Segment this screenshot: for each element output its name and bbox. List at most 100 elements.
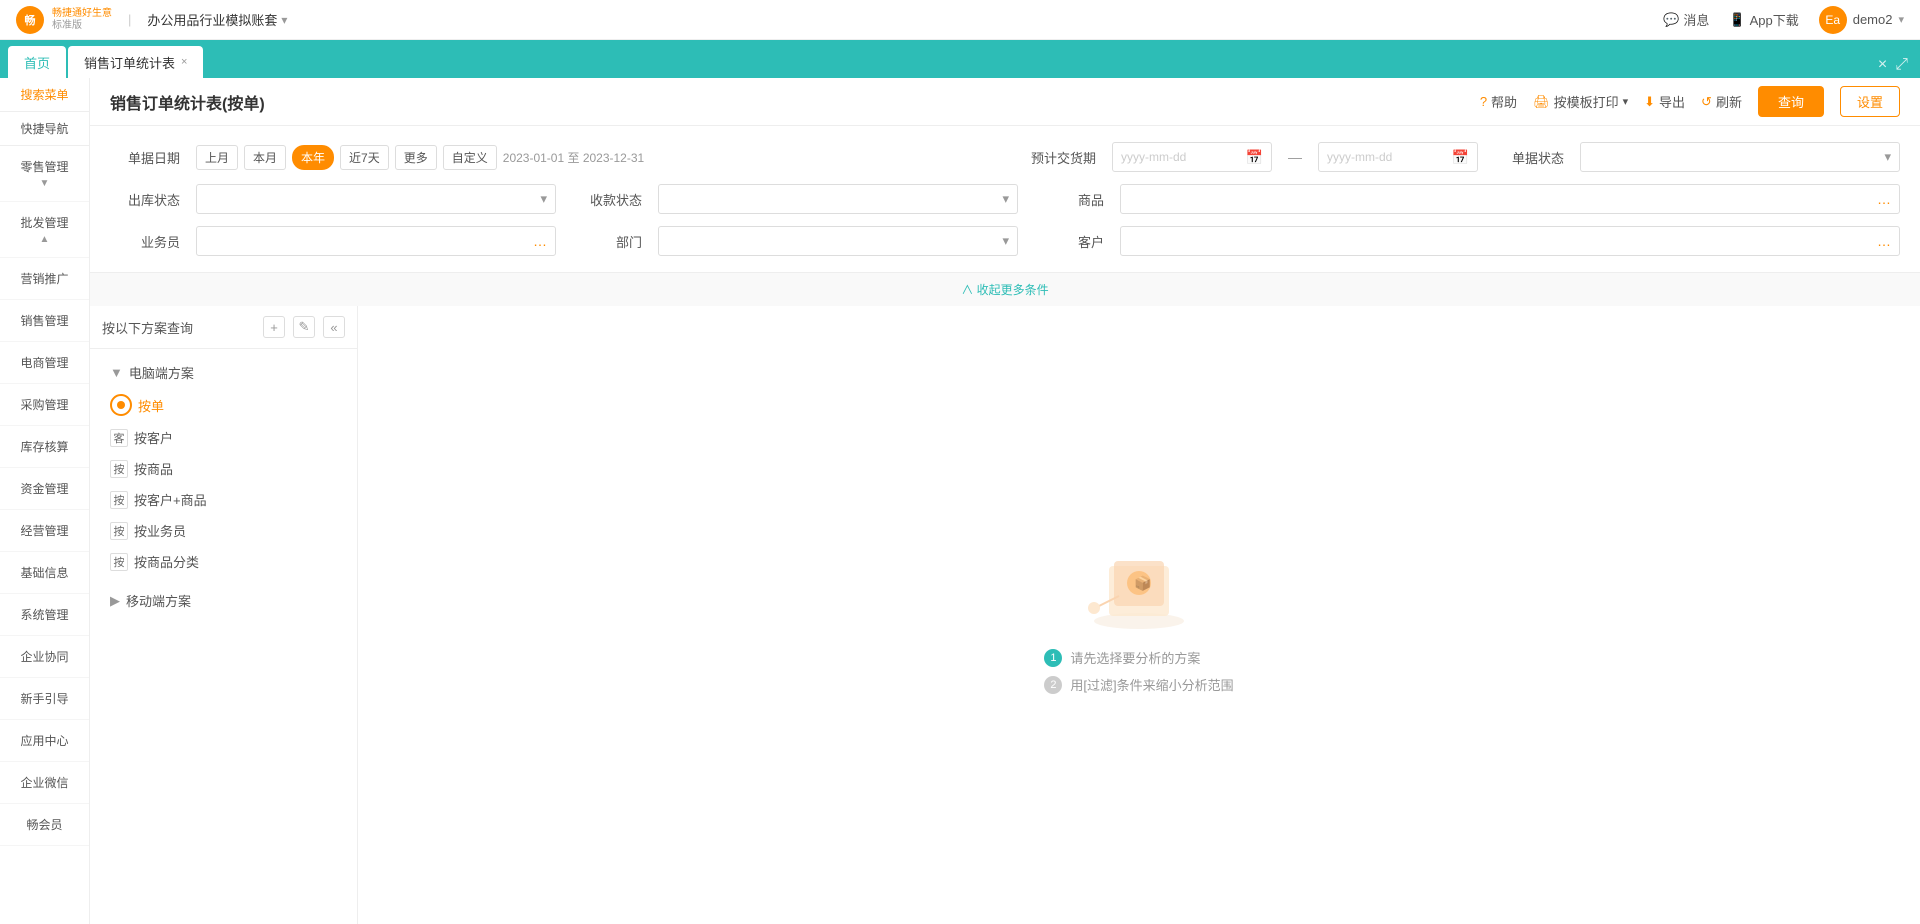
edit-scheme-btn[interactable]: ✎ — [293, 316, 315, 338]
sidebar-item-wholesale[interactable]: 批发管理 ▲ — [0, 202, 89, 258]
top-bar: 畅 畅捷通好生意 标准版 | 办公用品行业模拟账套 ▾ 💬 消息 📱 App下载… — [0, 0, 1920, 40]
main-layout: 搜索菜单 快捷导航 零售管理 ▼ 批发管理 ▲ 营销推广 销售管理 电商管理 采… — [0, 78, 1920, 924]
sidebar-item-retail[interactable]: 零售管理 ▼ — [0, 146, 89, 202]
tip-num-2: 2 — [1044, 676, 1062, 694]
goods-label: 商品 — [1034, 190, 1104, 209]
customer-more-icon: … — [1877, 233, 1891, 249]
date-btn-this-month[interactable]: 本月 — [244, 145, 286, 170]
date-btn-more[interactable]: 更多 — [395, 145, 437, 170]
app-download-btn[interactable]: 📱 App下载 — [1729, 10, 1798, 29]
app-title: 办公用品行业模拟账套 ▾ — [147, 10, 287, 29]
sidebar-item-wechat[interactable]: 企业微信 — [0, 762, 89, 804]
left-scheme-panel: 按以下方案查询 + ✎ « ▼ 电脑端方案 — [90, 306, 358, 924]
sidebar-item-member[interactable]: 畅会员 — [0, 804, 89, 846]
page-header: 销售订单统计表(按单) ? 帮助 🖨 按模板打印 ▾ ⬇ 导出 ↺ 刷新 — [90, 78, 1920, 126]
settings-button[interactable]: 设置 — [1840, 86, 1900, 117]
sidebar-item-sales[interactable]: 销售管理 — [0, 300, 89, 342]
group-arrow-icon: ▼ — [110, 365, 123, 380]
goods-input[interactable]: … — [1120, 184, 1900, 214]
calendar-icon-from: 📅 — [1246, 149, 1263, 166]
print-dropdown-icon: ▾ — [1623, 95, 1629, 108]
scheme-icon-goods: 按 — [110, 460, 128, 478]
scheme-group-desktop[interactable]: ▼ 电脑端方案 — [102, 357, 345, 388]
logo-subtitle: 畅捷通好生意 — [52, 8, 112, 20]
active-scheme-icon — [110, 394, 132, 416]
collapse-panel-btn[interactable]: « — [323, 316, 345, 338]
dropdown-icon[interactable]: ▾ — [281, 13, 287, 27]
date-btn-last7[interactable]: 近7天 — [340, 145, 389, 170]
shipment-select[interactable]: ▾ — [196, 184, 556, 214]
sidebar-item-enterprise[interactable]: 企业协同 — [0, 636, 89, 678]
scheme-item-by-customer[interactable]: 客 按客户 — [102, 422, 345, 453]
salesperson-more-icon: … — [533, 233, 547, 249]
expected-date-from[interactable]: yyyy-mm-dd 📅 — [1112, 142, 1272, 172]
left-panel-header: 按以下方案查询 + ✎ « — [90, 306, 357, 349]
user-menu[interactable]: Ea demo2 ▾ — [1819, 6, 1904, 34]
scheme-item-by-goods[interactable]: 按 按商品 — [102, 453, 345, 484]
status-label: 单据状态 — [1494, 148, 1564, 167]
filter-row-2: 出库状态 ▾ 收款状态 ▾ 商品 … — [110, 184, 1900, 214]
date-btn-last-month[interactable]: 上月 — [196, 145, 238, 170]
filter-row-1: 单据日期 上月 本月 本年 近7天 更多 自定义 2023-01-01 至 20… — [110, 142, 1900, 172]
top-bar-right: 💬 消息 📱 App下载 Ea demo2 ▾ — [1663, 6, 1904, 34]
query-button[interactable]: 查询 — [1758, 86, 1824, 117]
date-btn-custom[interactable]: 自定义 — [443, 145, 497, 170]
tab-sales-statistics[interactable]: 销售订单统计表 × — [68, 46, 203, 78]
customer-input[interactable]: … — [1120, 226, 1900, 256]
sidebar-item-apps[interactable]: 应用中心 — [0, 720, 89, 762]
scheme-item-by-customer-goods[interactable]: 按 按客户+商品 — [102, 484, 345, 515]
minimize-btn[interactable]: × — [1878, 56, 1887, 74]
date-btn-this-year[interactable]: 本年 — [292, 145, 334, 170]
download-icon: 📱 — [1729, 12, 1745, 28]
sidebar-item-ecommerce[interactable]: 电商管理 — [0, 342, 89, 384]
sidebar-item-basic[interactable]: 基础信息 — [0, 552, 89, 594]
salesperson-input[interactable]: … — [196, 226, 556, 256]
template-print-btn[interactable]: 🖨 按模板打印 ▾ — [1533, 92, 1628, 111]
scheme-icon-customer: 客 — [110, 429, 128, 447]
help-btn[interactable]: ? 帮助 — [1480, 92, 1517, 111]
sidebar-item-system[interactable]: 系统管理 — [0, 594, 89, 636]
sidebar-item-purchase[interactable]: 采购管理 — [0, 384, 89, 426]
tab-home[interactable]: 首页 — [8, 46, 66, 78]
department-dropdown-icon: ▾ — [1002, 233, 1009, 249]
department-label: 部门 — [572, 232, 642, 251]
logo-icon: 畅 — [16, 6, 44, 34]
message-btn[interactable]: 💬 消息 — [1663, 10, 1709, 29]
refresh-icon: ↺ — [1701, 94, 1712, 110]
collapse-icon: ∧ — [961, 283, 973, 297]
export-btn[interactable]: ⬇ 导出 — [1644, 92, 1685, 111]
sidebar-item-inventory[interactable]: 库存核算 — [0, 426, 89, 468]
sidebar-item-newbie[interactable]: 新手引导 — [0, 678, 89, 720]
status-select[interactable]: ▾ — [1580, 142, 1900, 172]
nav-quick[interactable]: 快捷导航 — [0, 112, 89, 146]
wholesale-arrow-icon: ▲ — [40, 234, 50, 245]
split-layout: 按以下方案查询 + ✎ « ▼ 电脑端方案 — [90, 306, 1920, 924]
content-area: 销售订单统计表(按单) ? 帮助 🖨 按模板打印 ▾ ⬇ 导出 ↺ 刷新 — [90, 78, 1920, 924]
nav-search[interactable]: 搜索菜单 — [0, 78, 89, 112]
scheme-section: ▼ 电脑端方案 按单 客 按客户 — [90, 349, 357, 624]
shipment-label: 出库状态 — [110, 190, 180, 209]
right-panel: 📦 1 请先选择要分析的方案 2 用[过滤]条件来缩小分析范围 — [358, 306, 1920, 924]
left-panel-actions: + ✎ « — [263, 316, 345, 338]
collapse-bar[interactable]: ∧ 收起更多条件 — [90, 273, 1920, 306]
sidebar-item-operation[interactable]: 经营管理 — [0, 510, 89, 552]
tab-close-icon[interactable]: × — [181, 56, 187, 68]
department-select[interactable]: ▾ — [658, 226, 1018, 256]
sidebar-item-finance[interactable]: 资金管理 — [0, 468, 89, 510]
empty-tips: 1 请先选择要分析的方案 2 用[过滤]条件来缩小分析范围 — [1044, 648, 1233, 694]
scheme-group-mobile[interactable]: ▶ 移动端方案 — [102, 585, 345, 616]
maximize-btn[interactable]: ⤢ — [1895, 56, 1908, 74]
tabs-bar: 首页 销售订单统计表 × × ⤢ — [0, 40, 1920, 78]
date-dash: — — [1288, 149, 1302, 165]
add-scheme-btn[interactable]: + — [263, 316, 285, 338]
expected-date-to[interactable]: yyyy-mm-dd 📅 — [1318, 142, 1478, 172]
sidebar-item-marketing[interactable]: 营销推广 — [0, 258, 89, 300]
empty-state: 📦 1 请先选择要分析的方案 2 用[过滤]条件来缩小分析范围 — [1044, 536, 1233, 694]
scheme-item-by-salesperson[interactable]: 按 按业务员 — [102, 515, 345, 546]
scheme-item-by-category[interactable]: 按 按商品分类 — [102, 546, 345, 577]
message-icon: 💬 — [1663, 12, 1679, 28]
refresh-btn[interactable]: ↺ 刷新 — [1701, 92, 1742, 111]
page-actions: ? 帮助 🖨 按模板打印 ▾ ⬇ 导出 ↺ 刷新 查询 设置 — [1480, 86, 1900, 117]
collection-select[interactable]: ▾ — [658, 184, 1018, 214]
scheme-item-by-order[interactable]: 按单 — [102, 388, 345, 422]
